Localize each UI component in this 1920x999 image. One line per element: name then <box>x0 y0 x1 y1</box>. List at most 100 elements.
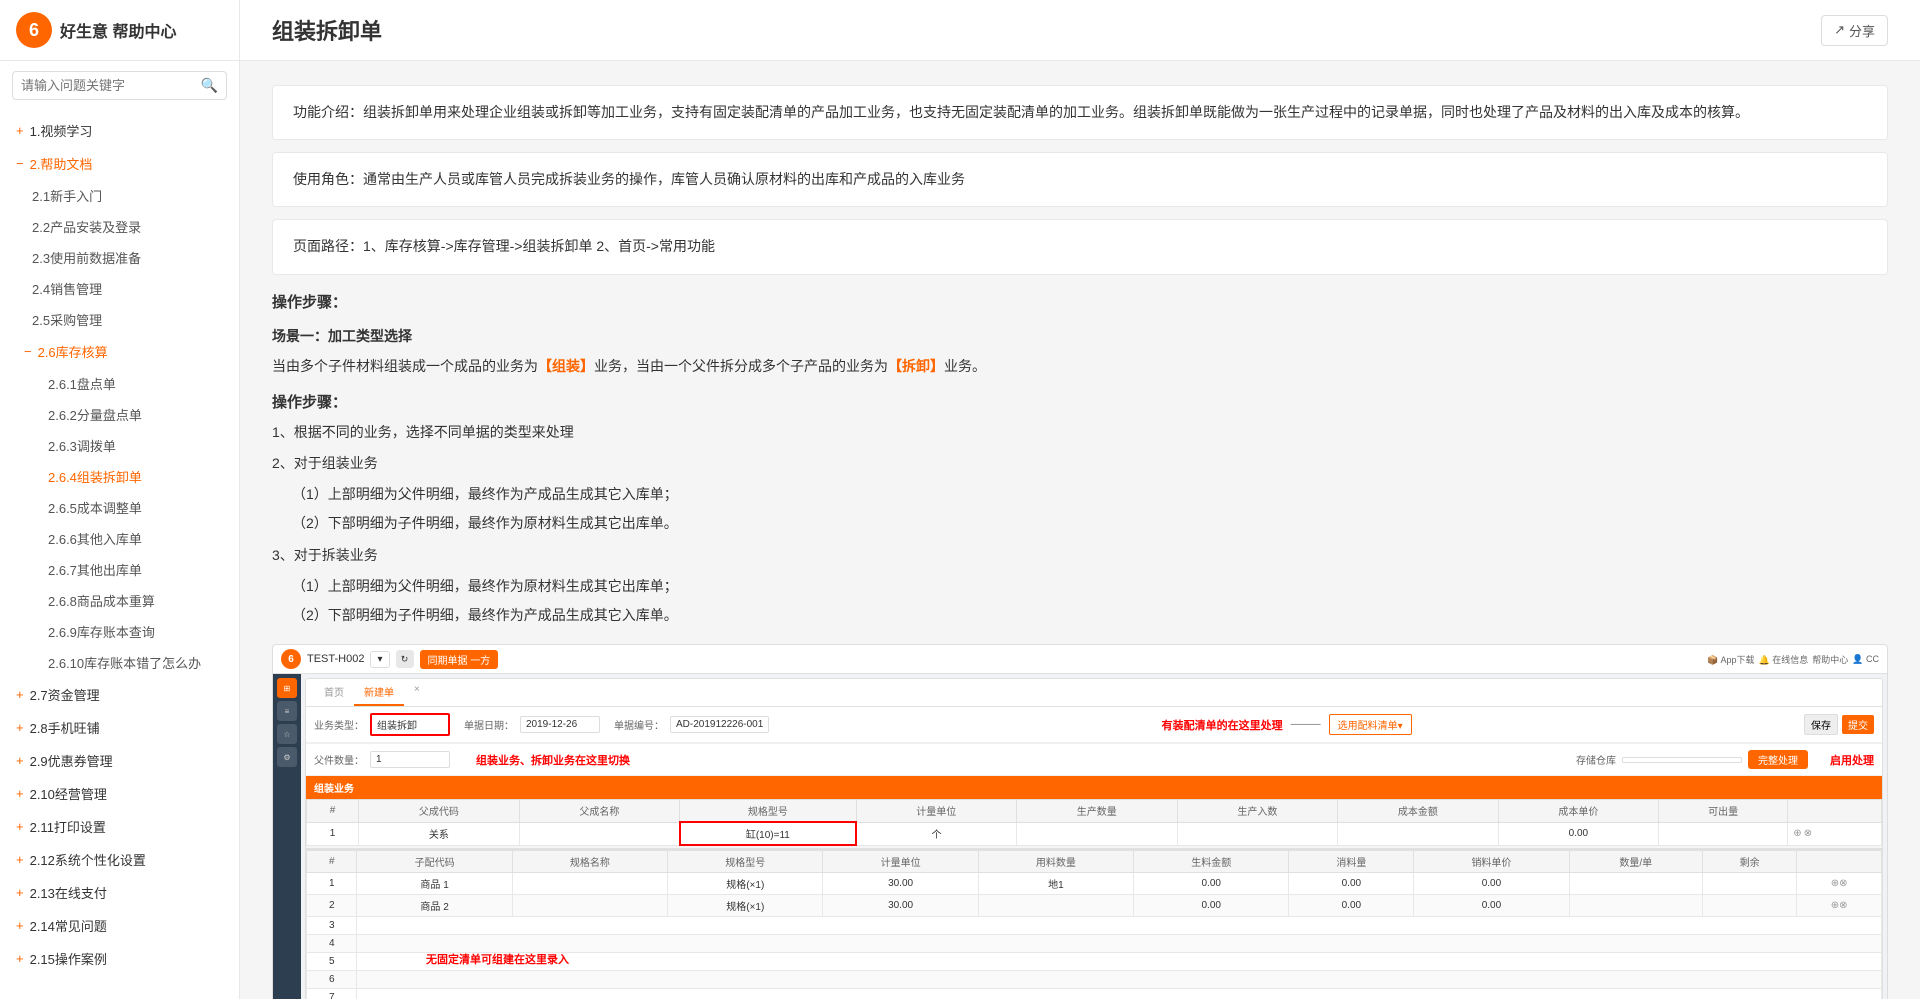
sidebar-item-2-1[interactable]: 2.1新手入门 <box>0 180 239 211</box>
sidebar-item-2-12[interactable]: + 2.12系统个性化设置 <box>0 843 239 876</box>
annotation1: 有装配清单的在这里处理 <box>1162 717 1283 733</box>
ss-num-input[interactable]: AD-201912226-001 <box>670 716 769 733</box>
th-sub-ratio: 数量/单 <box>1569 851 1702 873</box>
row-action-icons[interactable]: ⊕⊗ <box>1831 878 1848 889</box>
sidebar-item-2-13[interactable]: + 2.13在线支付 <box>0 876 239 909</box>
ss-icons: 📦 App下载 🔔 在线信息 帮助中心 👤 CC <box>1707 653 1879 666</box>
ss-form-row: 业务类型： 组装拆卸 单据日期： 2019-12-26 单据编号： AD-201… <box>306 707 1882 743</box>
path-text: 页面路径：1、库存核算->库存管理->组装拆卸单 2、首页->常用功能 <box>293 238 715 254</box>
ss-count-input[interactable]: 1 <box>370 751 450 768</box>
step2-2: （2）下部明细为子件明细，最终作为原材料生成其它出库单。 <box>292 511 1888 536</box>
plus-icon-2-14: + <box>16 918 24 933</box>
ss-select[interactable]: ▾ <box>370 651 389 668</box>
sidebar-item-2-3[interactable]: 2.3使用前数据准备 <box>0 242 239 273</box>
plus-icon-2-10: + <box>16 786 24 801</box>
ss-topbar: 6 TEST-H002 ▾ ↻ 同期单据 一方 📦 App下载 🔔 在线信息 帮… <box>273 645 1887 674</box>
sidebar-item-2-10[interactable]: + 2.10经营管理 <box>0 777 239 810</box>
sidebar-item-2-6-5[interactable]: 2.6.5成本调整单 <box>0 492 239 523</box>
ss-submit-btn[interactable]: 提交 <box>1842 715 1874 734</box>
sidebar-item-docs[interactable]: − 2.帮助文档 <box>0 147 239 180</box>
role-block: 使用角色：通常由生产人员或库管人员完成拆装业务的操作，库管人员确认原材料的出库和… <box>272 152 1888 207</box>
sidebar-item-videos[interactable]: + 1.视频学习 <box>0 114 239 147</box>
sidebar-item-2-11[interactable]: + 2.11打印设置 <box>0 810 239 843</box>
table-row: 3 <box>307 917 1882 935</box>
ss-save-btn[interactable]: 保存 <box>1804 714 1838 735</box>
ss-orange-bar: 组装业务 <box>306 776 1882 799</box>
sidebar-item-2-6-2[interactable]: 2.6.2分量盘点单 <box>0 399 239 430</box>
step1: 1、根据不同的业务，选择不同单据的类型来处理 <box>272 420 1888 445</box>
screenshot-container: 6 TEST-H002 ▾ ↻ 同期单据 一方 📦 App下载 🔔 在线信息 帮… <box>272 644 1888 999</box>
search-input[interactable] <box>21 78 201 93</box>
steps-section: 操作步骤： 场景一：加工类型选择 当由多个子件材料组装成一个成品的业务为【组装】… <box>272 291 1888 629</box>
plus-icon-2-11: + <box>16 819 24 834</box>
ss-warehouse-input[interactable] <box>1622 757 1742 763</box>
sidebar-item-2-6-4[interactable]: 2.6.4组装拆卸单 <box>0 461 239 492</box>
ss-lower-table-container: # 子配代码 规格名称 规格型号 计量单位 用料数量 生料金额 消料量 销料单价 <box>306 848 1882 999</box>
table-row: 1 商品 1 规格(×1) 30.00 地1 0.00 0.00 0.00 <box>307 873 1882 895</box>
sidebar-item-2-6-7[interactable]: 2.6.7其他出库单 <box>0 554 239 585</box>
steps-intro: 操作步骤： <box>272 391 1888 412</box>
sidebar-item-2-2[interactable]: 2.2产品安装及登录 <box>0 211 239 242</box>
search-box[interactable]: 🔍 <box>12 71 227 100</box>
ss-sidebar-icon-2[interactable]: ☆ <box>277 724 297 744</box>
ss-sub-form-row: 父件数量： 1 组装业务、拆卸业务在这里切换 存储仓库 完整处理 启用处理 <box>306 743 1882 776</box>
ss-tab-new[interactable]: 新建单 <box>354 679 404 706</box>
ss-tab-home[interactable]: 首页 <box>314 679 354 706</box>
ss-sidebar-icon-home[interactable]: ⊞ <box>277 678 297 698</box>
th-avail: 可出量 <box>1659 800 1788 823</box>
sidebar-item-2-6-8[interactable]: 2.6.8商品成本重算 <box>0 585 239 616</box>
th-sub-consume: 消料量 <box>1289 851 1414 873</box>
search-icon[interactable]: 🔍 <box>201 77 218 94</box>
table-row: 1 关系 缸(10)=11 个 0.00 <box>307 822 1882 845</box>
th-parent-name: 父成名称 <box>519 800 680 823</box>
content-area: 功能介绍：组装拆卸单用来处理企业组装或拆卸等加工业务，支持有固定装配清单的产品加… <box>240 61 1920 999</box>
sidebar-item-2-6-1[interactable]: 2.6.1盘点单 <box>0 368 239 399</box>
th-unit: 计量单位 <box>856 800 1017 823</box>
row-del-icon[interactable]: ⊗ <box>1804 828 1812 839</box>
minus-icon-2-6: − <box>24 344 32 359</box>
scene1-desc: 当由多个子件材料组装成一个成品的业务为【组装】业务，当由一个父件拆分成多个子产品… <box>272 354 1888 379</box>
ss-company: TEST-H002 <box>307 653 364 665</box>
ss-sidebar-icon-3[interactable]: ⚙ <box>277 747 297 767</box>
sidebar-item-2-6[interactable]: − 2.6库存核算 <box>0 335 239 368</box>
row-action-icons-2[interactable]: ⊕⊗ <box>1831 900 1848 911</box>
plus-icon-2-9: + <box>16 753 24 768</box>
th-sub-remain: 剩余 <box>1702 851 1796 873</box>
sidebar-item-2-5[interactable]: 2.5采购管理 <box>0 304 239 335</box>
ss-form-container: 业务类型： 组装拆卸 单据日期： 2019-12-26 单据编号： AD-201… <box>306 707 1882 776</box>
plus-icon-2-15: + <box>16 951 24 966</box>
sidebar-item-2-4[interactable]: 2.4销售管理 <box>0 273 239 304</box>
path-block: 页面路径：1、库存核算->库存管理->组装拆卸单 2、首页->常用功能 <box>272 219 1888 274</box>
th-cost-unit: 成本单价 <box>1498 800 1659 823</box>
ss-tab-close[interactable]: × <box>404 679 430 706</box>
sidebar-item-2-6-9[interactable]: 2.6.9库存账本查询 <box>0 616 239 647</box>
th-sub-unit: 计量单位 <box>823 851 978 873</box>
sidebar-item-2-6-10[interactable]: 2.6.10库存账本错了怎么办 <box>0 647 239 678</box>
sidebar-item-2-6-3[interactable]: 2.6.3调拨单 <box>0 430 239 461</box>
sidebar-item-2-7[interactable]: + 2.7资金管理 <box>0 678 239 711</box>
ss-nav-tabs: 首页 新建单 × <box>306 679 1882 707</box>
sidebar-item-2-6-6[interactable]: 2.6.6其他入库单 <box>0 523 239 554</box>
ss-refresh[interactable]: ↻ <box>396 650 414 668</box>
sidebar-item-2-8[interactable]: + 2.8手机旺铺 <box>0 711 239 744</box>
plus-icon: + <box>16 123 24 138</box>
ss-date-input[interactable]: 2019-12-26 <box>520 716 600 733</box>
ss-search-btn[interactable]: 选用配料清单▾ <box>1329 714 1412 735</box>
ss-logo: 6 <box>281 649 301 669</box>
share-button[interactable]: ↗ 分享 <box>1821 15 1888 46</box>
share-icon: ↗ <box>1834 22 1845 38</box>
sidebar-item-2-14[interactable]: + 2.14常见问题 <box>0 909 239 942</box>
annotation3: 启用处理 <box>1830 752 1874 768</box>
sidebar-item-2-9[interactable]: + 2.9优惠券管理 <box>0 744 239 777</box>
app-logo: 6 <box>16 12 52 48</box>
sidebar-item-2-15[interactable]: + 2.15操作案例 <box>0 942 239 975</box>
role-text: 使用角色：通常由生产人员或库管人员完成拆装业务的操作，库管人员确认原材料的出库和… <box>293 171 965 187</box>
ss-type-input[interactable]: 组装拆卸 <box>370 713 450 736</box>
row-copy-icon[interactable]: ⊕ <box>1793 828 1801 839</box>
ss-confirm-btn[interactable]: 完整处理 <box>1748 750 1808 769</box>
th-sub-action <box>1797 851 1882 873</box>
ss-sidebar-icon-1[interactable]: ≡ <box>277 701 297 721</box>
ss-btn-orange[interactable]: 同期单据 一方 <box>420 650 499 669</box>
ss-upper-table: # 父成代码 父成名称 规格型号 计量单位 生产数量 生产入数 成本金额 成本单 <box>306 799 1882 846</box>
page-header: 组装拆卸单 ↗ 分享 <box>240 0 1920 61</box>
